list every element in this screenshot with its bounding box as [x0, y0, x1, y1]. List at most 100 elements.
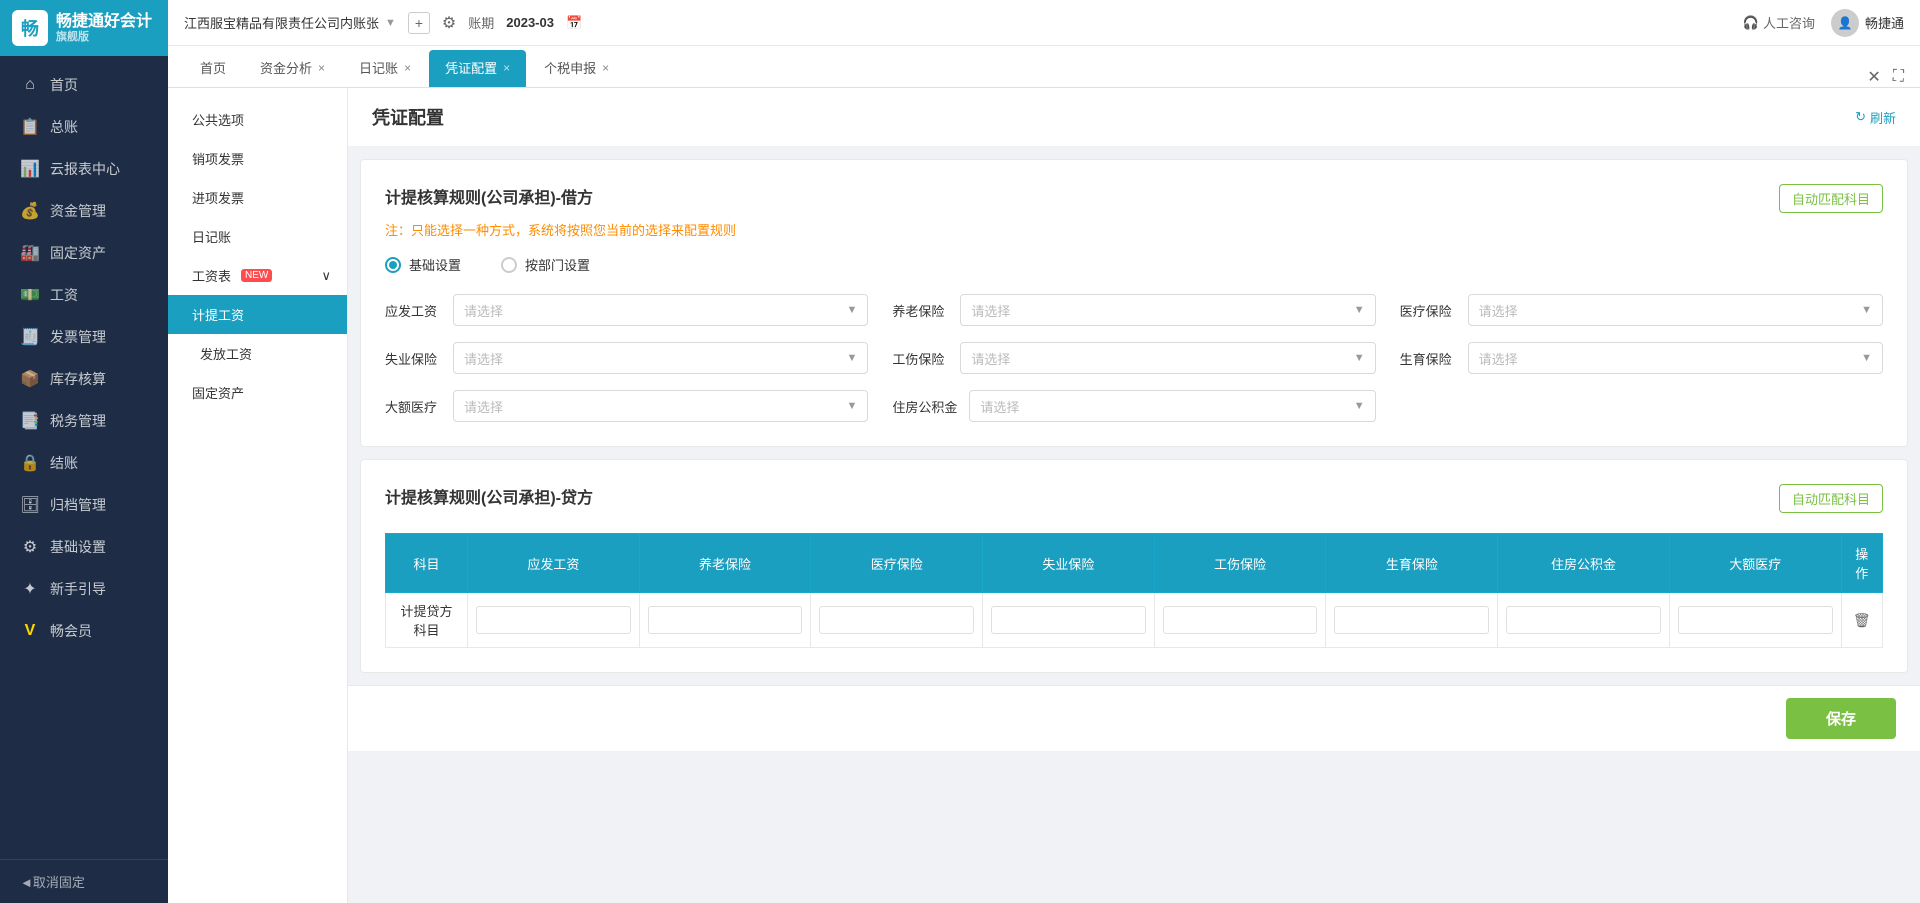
debit-auto-match-button[interactable]: 自动匹配科目: [1779, 184, 1883, 213]
select-injury-placeholder: 请选择: [971, 349, 1010, 368]
tab-voucher-config-close[interactable]: ×: [503, 61, 510, 75]
tab-fund-analysis-close[interactable]: ×: [318, 61, 325, 75]
tab-tax-report[interactable]: 个税申报 ×: [528, 50, 625, 87]
tab-fund-analysis-label: 资金分析: [260, 58, 312, 77]
ai-consult-button[interactable]: 🎧 人工咨询: [1743, 13, 1815, 32]
left-nav-diary[interactable]: 日记账: [168, 217, 347, 256]
select-housing-fund[interactable]: 请选择 ▼: [969, 390, 1375, 422]
page-header: 凭证配置 ↻ 刷新: [348, 88, 1920, 147]
select-large-medical[interactable]: 请选择 ▼: [453, 390, 868, 422]
new-badge: NEW: [241, 269, 272, 282]
label-housing-fund: 住房公积金: [892, 397, 957, 416]
close-all-icon[interactable]: ✕: [1867, 67, 1880, 87]
select-medical[interactable]: 请选择 ▼: [1468, 294, 1883, 326]
label-large-medical: 大额医疗: [385, 397, 441, 416]
input-maternity[interactable]: [1334, 606, 1489, 634]
period-label: 账期: [468, 13, 494, 32]
sidebar-item-fixed-assets[interactable]: 🏭 固定资产: [0, 232, 168, 274]
select-unemployment[interactable]: 请选择 ▼: [453, 342, 868, 374]
guide-icon: ✦: [20, 579, 40, 599]
home-icon: ⌂: [20, 76, 40, 94]
input-payroll[interactable]: [476, 606, 631, 634]
select-maternity[interactable]: 请选择 ▼: [1468, 342, 1883, 374]
credit-table: 科目 应发工资 养老保险 医疗保险 失业保险 工伤保险 生育保险 住房公积金 大…: [385, 533, 1883, 648]
sidebar-item-invoice[interactable]: 🧾 发票管理: [0, 316, 168, 358]
sidebar-item-vip[interactable]: V 畅会员: [0, 610, 168, 652]
select-maternity-placeholder: 请选择: [1479, 349, 1518, 368]
form-row-pension: 养老保险 请选择 ▼: [892, 294, 1375, 326]
select-pension[interactable]: 请选择 ▼: [960, 294, 1375, 326]
sidebar-item-payroll[interactable]: 💵 工资: [0, 274, 168, 316]
sidebar-item-archive[interactable]: 🗄 归档管理: [0, 484, 168, 526]
sidebar-label-ledger: 总账: [50, 117, 78, 137]
sidebar-item-settings[interactable]: ⚙ 基础设置: [0, 526, 168, 568]
form-row-injury: 工伤保险 请选择 ▼: [892, 342, 1375, 374]
tab-bar: 首页 资金分析 × 日记账 × 凭证配置 × 个税申报 × ✕ ⛶: [168, 46, 1920, 88]
period-calendar-icon[interactable]: 📅: [566, 15, 582, 31]
select-unemployment-arrow: ▼: [846, 352, 857, 364]
logo-icon: 畅: [12, 10, 48, 46]
form-row-unemployment: 失业保险 请选择 ▼: [385, 342, 868, 374]
tab-diary[interactable]: 日记账 ×: [343, 50, 427, 87]
cancel-fixed-button[interactable]: ◄取消固定: [0, 859, 168, 903]
left-nav-payroll-pay[interactable]: 发放工资: [168, 334, 347, 373]
input-pension[interactable]: [648, 606, 803, 634]
radio-basic[interactable]: 基础设置: [385, 255, 461, 274]
expand-icon[interactable]: ⛶: [1893, 68, 1904, 86]
sidebar-item-tax[interactable]: 📑 税务管理: [0, 400, 168, 442]
credit-auto-match-button[interactable]: 自动匹配科目: [1779, 484, 1883, 513]
tab-diary-close[interactable]: ×: [404, 61, 411, 75]
sidebar-item-funds[interactable]: 💰 资金管理: [0, 190, 168, 232]
left-nav-public[interactable]: 公共选项: [168, 100, 347, 139]
tab-home[interactable]: 首页: [184, 50, 242, 87]
input-housing[interactable]: [1506, 606, 1661, 634]
company-selector[interactable]: 江西服宝精品有限责任公司内账张 ▼: [184, 13, 396, 32]
headset-icon: 🎧: [1743, 15, 1759, 31]
header-settings-button[interactable]: ⚙: [442, 13, 456, 33]
sidebar-item-reports[interactable]: 📊 云报表中心: [0, 148, 168, 190]
radio-by-dept[interactable]: 按部门设置: [501, 255, 590, 274]
payroll-icon: 💵: [20, 285, 40, 305]
select-payroll[interactable]: 请选择 ▼: [453, 294, 868, 326]
input-unemployment[interactable]: [991, 606, 1146, 634]
left-nav-fixed-assets[interactable]: 固定资产: [168, 373, 347, 412]
user-info[interactable]: 👤 畅捷通: [1831, 9, 1904, 37]
left-nav-fixed-assets-label: 固定资产: [192, 383, 244, 402]
col-maternity: 生育保险: [1326, 534, 1498, 593]
save-button[interactable]: 保存: [1786, 698, 1896, 739]
sidebar-item-guide[interactable]: ✦ 新手引导: [0, 568, 168, 610]
period-value: 2023-03: [506, 15, 554, 30]
tab-voucher-config[interactable]: 凭证配置 ×: [429, 50, 526, 87]
select-injury[interactable]: 请选择 ▼: [960, 342, 1375, 374]
sidebar-item-home[interactable]: ⌂ 首页: [0, 64, 168, 106]
label-pension: 养老保险: [892, 301, 948, 320]
delete-row-button[interactable]: 🗑: [1853, 612, 1871, 628]
left-nav-purchase-invoice[interactable]: 进项发票: [168, 178, 347, 217]
left-nav-sales-invoice[interactable]: 销项发票: [168, 139, 347, 178]
left-nav-payroll-table[interactable]: 工资表 NEW ∨: [168, 256, 347, 295]
left-nav-payroll-accrual[interactable]: 计提工资: [168, 295, 347, 334]
cell-unemployment: [983, 593, 1155, 648]
input-injury[interactable]: [1163, 606, 1318, 634]
tab-tax-report-close[interactable]: ×: [602, 61, 609, 75]
input-large-medical[interactable]: [1678, 606, 1833, 634]
add-account-button[interactable]: +: [408, 12, 430, 34]
sidebar-label-guide: 新手引导: [50, 579, 106, 599]
sidebar-label-vip: 畅会员: [50, 621, 92, 641]
col-subject: 科目: [386, 534, 468, 593]
tab-fund-analysis[interactable]: 资金分析 ×: [244, 50, 341, 87]
refresh-button[interactable]: ↻ 刷新: [1855, 108, 1896, 127]
sidebar-item-inventory[interactable]: 📦 库存核算: [0, 358, 168, 400]
archive-icon: 🗄: [20, 495, 40, 515]
label-medical: 医疗保险: [1400, 301, 1456, 320]
input-medical[interactable]: [819, 606, 974, 634]
debit-section-title: 计提核算规则(公司承担)-借方: [385, 184, 1779, 208]
cancel-fixed-label: ◄取消固定: [20, 872, 85, 891]
settings-icon: ⚙: [442, 15, 456, 32]
app-name: 畅捷通好会计: [56, 12, 152, 31]
sidebar-item-closing[interactable]: 🔒 结账: [0, 442, 168, 484]
funds-icon: 💰: [20, 201, 40, 221]
sidebar-item-ledger[interactable]: 📋 总账: [0, 106, 168, 148]
tab-voucher-config-label: 凭证配置: [445, 58, 497, 77]
select-large-medical-arrow: ▼: [846, 400, 857, 412]
